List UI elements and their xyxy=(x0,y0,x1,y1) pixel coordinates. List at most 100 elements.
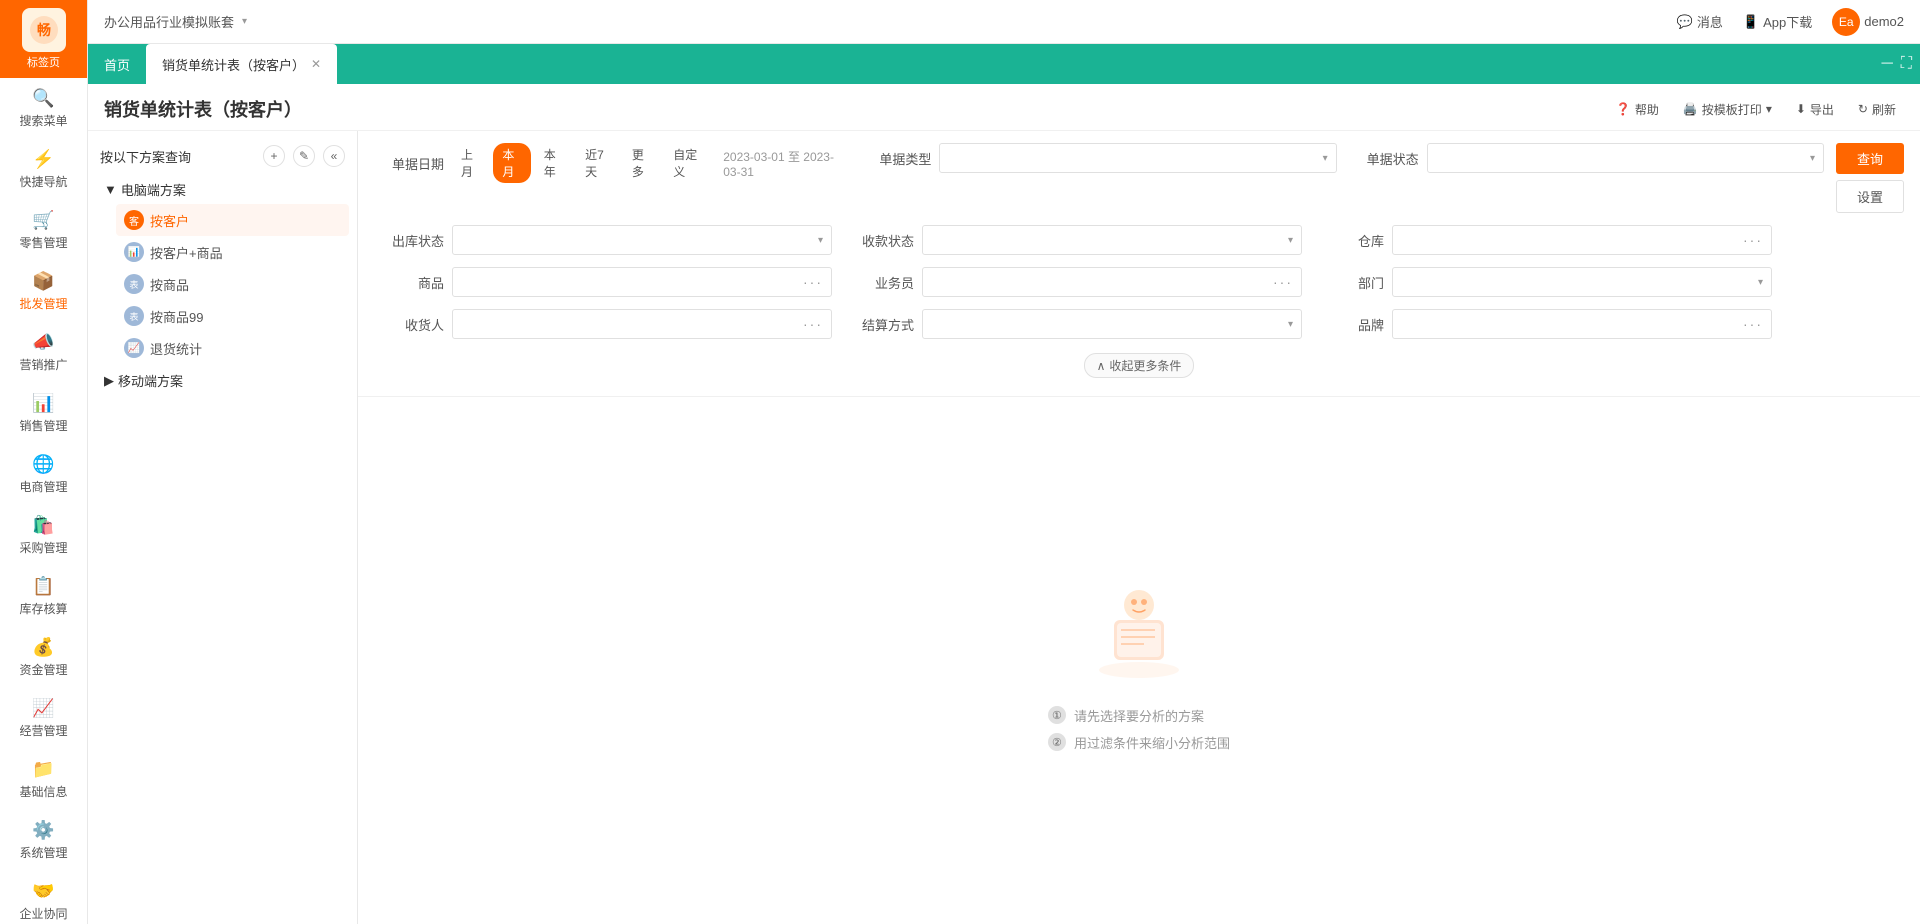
date-tab-more[interactable]: 更多 xyxy=(623,143,660,183)
export-btn[interactable]: ⬇ 导出 xyxy=(1788,97,1842,122)
refresh-btn[interactable]: ↻ 刷新 xyxy=(1850,97,1904,122)
avatar-initials: Ea xyxy=(1839,15,1854,29)
help-btn[interactable]: ❓ 帮助 xyxy=(1608,97,1667,122)
out-status-select[interactable]: ▾ xyxy=(452,225,832,255)
settle-method-arrow: ▾ xyxy=(1288,319,1293,330)
sidebar-item-operations[interactable]: 📈经营管理 xyxy=(0,688,87,749)
scheme-by-goods-99[interactable]: 表 按商品99 xyxy=(116,300,349,332)
top-header: 办公用品行业模拟账套 ▾ 💬 消息 📱 App下载 Ea demo2 xyxy=(88,0,1920,44)
sidebar-item-inventory[interactable]: 📋库存核算 xyxy=(0,566,87,627)
export-label: 导出 xyxy=(1810,101,1834,118)
empty-tip-2-text: 用过滤条件来缩小分析范围 xyxy=(1074,733,1230,752)
tab-sales-stats[interactable]: 销货单统计表（按客户） ✕ xyxy=(146,44,337,84)
sidebar-item-label-quick-nav: 快捷导航 xyxy=(19,173,67,190)
ecommerce-icon: 🌐 xyxy=(32,454,54,475)
scheme-by-goods[interactable]: 表 按商品 xyxy=(116,268,349,300)
tree-group-mobile-label[interactable]: ▶ 移动端方案 xyxy=(96,366,349,395)
date-label: 单据日期 xyxy=(374,154,444,173)
scheme-return-stats[interactable]: 📈 退货统计 xyxy=(116,332,349,364)
logo[interactable]: 畅 标签页 xyxy=(0,0,87,78)
add-scheme-btn[interactable]: + xyxy=(263,145,285,167)
tree-section: ▼ 电脑端方案 客 按客户 📊 按客户+商品 xyxy=(88,175,357,395)
collapse-panel-btn[interactable]: « xyxy=(323,145,345,167)
doc-status-arrow: ▾ xyxy=(1810,153,1815,164)
collapse-btn[interactable]: ∧ 收起更多条件 xyxy=(1084,353,1195,378)
sidebar-item-purchase[interactable]: 🛍️采购管理 xyxy=(0,505,87,566)
operations-icon: 📈 xyxy=(32,698,54,719)
message-action[interactable]: 💬 消息 xyxy=(1677,12,1723,31)
sidebar-item-enterprise[interactable]: 🤝企业协同 xyxy=(0,871,87,924)
purchase-icon: 🛍️ xyxy=(32,515,54,536)
left-panel-actions: + ✎ « xyxy=(263,145,345,167)
content: 销货单统计表（按客户） ❓ 帮助 🖨️ 按模板打印 ▾ ⬇ 导出 ↻ 刷新 xyxy=(88,84,1920,924)
edit-scheme-btn[interactable]: ✎ xyxy=(293,145,315,167)
doc-status-select[interactable]: ▾ xyxy=(1427,143,1824,173)
tip-num-1: ① xyxy=(1048,706,1066,724)
doc-status-label: 单据状态 xyxy=(1349,149,1419,168)
sidebar-item-base-info[interactable]: 📁基础信息 xyxy=(0,749,87,810)
doc-type-select[interactable]: ▾ xyxy=(939,143,1336,173)
query-btn[interactable]: 查询 xyxy=(1836,143,1904,174)
home-tab-label: 首页 xyxy=(104,55,130,74)
sidebar-item-wholesale[interactable]: 📦批发管理 xyxy=(0,261,87,322)
scheme-by-goods-label: 按商品 xyxy=(150,275,189,294)
sidebar-item-label-system: 系统管理 xyxy=(19,844,67,861)
empty-tip-1: ① 请先选择要分析的方案 xyxy=(1048,706,1230,725)
help-icon: ❓ xyxy=(1616,102,1631,116)
brand-select[interactable]: ··· xyxy=(1392,309,1772,339)
scheme-by-goods-icon: 表 xyxy=(124,274,144,294)
sidebar-item-ecommerce[interactable]: 🌐电商管理 xyxy=(0,444,87,505)
app-download-action[interactable]: 📱 App下载 xyxy=(1743,12,1812,31)
out-status-arrow: ▾ xyxy=(818,235,823,246)
sidebar-item-finance[interactable]: 💰资金管理 xyxy=(0,627,87,688)
tab-close-icon[interactable]: ✕ xyxy=(311,57,321,71)
tab-home[interactable]: 首页 xyxy=(88,44,146,84)
search-icon: 🔍 xyxy=(32,88,54,109)
main-area: 办公用品行业模拟账套 ▾ 💬 消息 📱 App下载 Ea demo2 首页 xyxy=(88,0,1920,924)
settings-btn[interactable]: 设置 xyxy=(1836,180,1904,213)
date-tab-last-7[interactable]: 近7天 xyxy=(576,143,619,183)
collapse-bar: ∧ 收起更多条件 xyxy=(374,347,1904,384)
salesperson-select[interactable]: ··· xyxy=(922,267,1302,297)
tab-minimize-btn[interactable]: ─ xyxy=(1881,55,1892,73)
tree-group-pc-arrow: ▼ xyxy=(104,182,117,197)
filter-area: 单据日期 上月 本月 本年 近7天 更多 自定义 20 xyxy=(358,131,1920,397)
date-tab-custom[interactable]: 自定义 xyxy=(664,143,711,183)
sidebar-item-retail[interactable]: 🛒零售管理 xyxy=(0,200,87,261)
sidebar-item-sales[interactable]: 📊销售管理 xyxy=(0,383,87,444)
left-panel-title: 按以下方案查询 xyxy=(100,147,191,166)
settle-method-select[interactable]: ▾ xyxy=(922,309,1302,339)
sidebar-item-quick-nav[interactable]: ⚡快捷导航 xyxy=(0,139,87,200)
print-dropdown-arrow[interactable]: ▾ xyxy=(1766,102,1772,116)
industry-dropdown-arrow[interactable]: ▾ xyxy=(242,16,247,27)
sidebar-item-label-wholesale: 批发管理 xyxy=(19,295,67,312)
date-tab-last-month[interactable]: 上月 xyxy=(452,143,489,183)
sidebar-item-marketing[interactable]: 📣营销推广 xyxy=(0,322,87,383)
tree-group-mobile-text: 移动端方案 xyxy=(118,371,183,390)
date-tabs: 上月 本月 本年 近7天 更多 自定义 xyxy=(452,143,711,183)
tree-group-pc: ▼ 电脑端方案 客 按客户 📊 按客户+商品 xyxy=(96,175,349,364)
app-download-label: App下载 xyxy=(1763,12,1812,31)
warehouse-select[interactable]: ··· xyxy=(1392,225,1772,255)
scheme-by-customer-goods[interactable]: 📊 按客户+商品 xyxy=(116,236,349,268)
goods-select[interactable]: ··· xyxy=(452,267,832,297)
marketing-icon: 📣 xyxy=(32,332,54,353)
user-action[interactable]: Ea demo2 xyxy=(1832,8,1904,36)
sidebar-item-search[interactable]: 🔍搜索菜单 xyxy=(0,78,87,139)
tab-maximize-btn[interactable]: ⛶ xyxy=(1901,55,1912,73)
page-title: 销货单统计表（按客户） xyxy=(104,96,302,122)
print-btn[interactable]: 🖨️ 按模板打印 ▾ xyxy=(1675,97,1780,122)
sales-stats-tab-label: 销货单统计表（按客户） xyxy=(162,55,305,74)
date-tab-this-year[interactable]: 本年 xyxy=(535,143,572,183)
date-tab-this-month[interactable]: 本月 xyxy=(493,143,530,183)
tree-group-mobile: ▶ 移动端方案 xyxy=(96,366,349,395)
tree-group-pc-label[interactable]: ▼ 电脑端方案 xyxy=(96,175,349,204)
content-inner: 按以下方案查询 + ✎ « ▼ 电脑端方案 xyxy=(88,131,1920,924)
collect-status-select[interactable]: ▾ xyxy=(922,225,1302,255)
inventory-icon: 📋 xyxy=(32,576,54,597)
enterprise-icon: 🤝 xyxy=(32,881,54,902)
scheme-by-customer[interactable]: 客 按客户 xyxy=(116,204,349,236)
receiver-select[interactable]: ··· xyxy=(452,309,832,339)
sidebar-item-system[interactable]: ⚙️系统管理 xyxy=(0,810,87,871)
dept-select[interactable]: ▾ xyxy=(1392,267,1772,297)
